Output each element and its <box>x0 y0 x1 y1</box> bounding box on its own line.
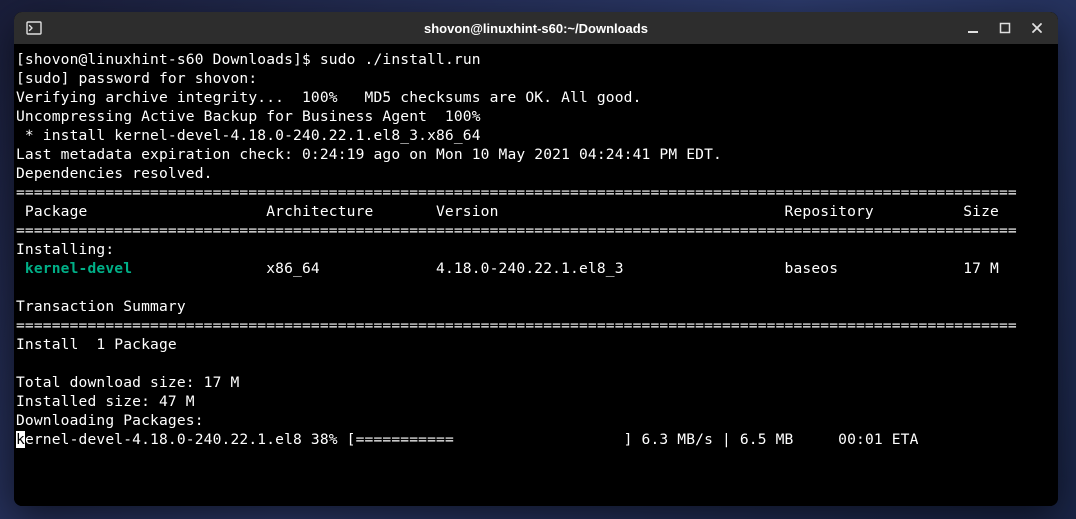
output-line: Total download size: 17 M <box>16 374 239 391</box>
table-header: Package Architecture Version Repository … <box>16 203 999 220</box>
terminal-window: shovon@linuxhint-s60:~/Downloads [shovon… <box>14 12 1058 506</box>
output-line: Uncompressing Active Backup for Business… <box>16 108 481 125</box>
command-text: sudo ./install.run <box>320 51 481 68</box>
output-line: Installed size: 47 M <box>16 393 195 410</box>
titlebar-left <box>20 20 130 36</box>
section-header: Installing: <box>16 241 114 258</box>
package-name: kernel-devel <box>16 260 132 277</box>
package-details: x86_64 4.18.0-240.22.1.el8_3 baseos 17 M <box>132 260 999 277</box>
progress-line: ernel-devel-4.18.0-240.22.1.el8 38% [===… <box>25 431 919 448</box>
section-header: Transaction Summary <box>16 298 186 315</box>
output-line: * install kernel-devel-4.18.0-240.22.1.e… <box>16 127 481 144</box>
window-controls <box>942 19 1052 37</box>
separator-line: ========================================… <box>16 317 1017 334</box>
titlebar[interactable]: shovon@linuxhint-s60:~/Downloads <box>14 12 1058 44</box>
output-line: Verifying archive integrity... 100% MD5 … <box>16 89 642 106</box>
window-title: shovon@linuxhint-s60:~/Downloads <box>130 21 942 36</box>
output-line: Install 1 Package <box>16 336 177 353</box>
shell-prompt: [shovon@linuxhint-s60 Downloads]$ <box>16 51 320 68</box>
close-button[interactable] <box>1028 19 1046 37</box>
output-line: Dependencies resolved. <box>16 165 213 182</box>
cursor-position: k <box>16 431 25 448</box>
terminal-output[interactable]: [shovon@linuxhint-s60 Downloads]$ sudo .… <box>14 44 1058 506</box>
separator-line: ========================================… <box>16 222 1017 239</box>
separator-line: ========================================… <box>16 184 1017 201</box>
terminal-icon <box>26 20 42 36</box>
minimize-button[interactable] <box>964 19 982 37</box>
maximize-button[interactable] <box>996 19 1014 37</box>
output-line: Last metadata expiration check: 0:24:19 … <box>16 146 722 163</box>
output-line: [sudo] password for shovon: <box>16 70 257 87</box>
output-line: Downloading Packages: <box>16 412 204 429</box>
